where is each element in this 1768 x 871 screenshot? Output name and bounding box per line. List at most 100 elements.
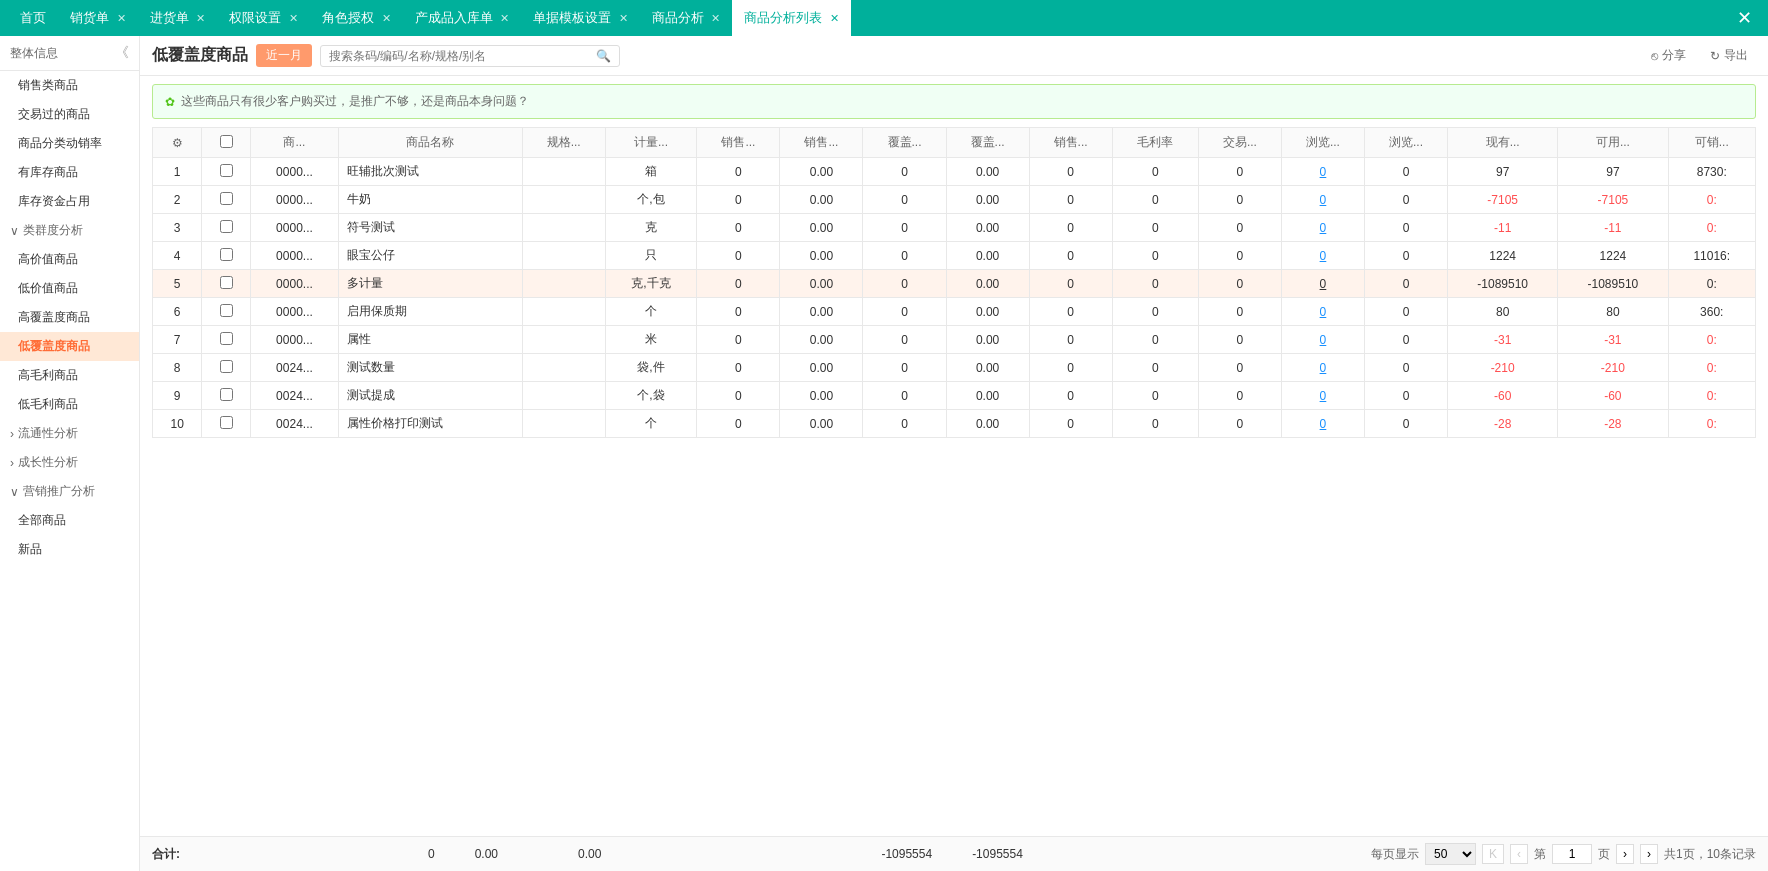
settings-col-header[interactable]: ⚙ — [153, 128, 202, 158]
row-browse1[interactable]: 0 — [1281, 382, 1364, 410]
checkbox-col-header[interactable] — [202, 128, 251, 158]
row-browse2: 0 — [1364, 270, 1447, 298]
nav-purchase[interactable]: 进货单 ✕ — [138, 0, 218, 36]
sidebar-item-low-profit[interactable]: 低毛利商品 — [0, 390, 139, 419]
row-browse1[interactable]: 0 — [1281, 214, 1364, 242]
row-select-checkbox[interactable] — [220, 388, 233, 401]
nav-product-list-close[interactable]: ✕ — [830, 12, 839, 24]
nav-roles-close[interactable]: ✕ — [382, 12, 391, 24]
nav-inventory[interactable]: 产成品入库单 ✕ — [403, 0, 522, 36]
row-select-checkbox[interactable] — [220, 416, 233, 429]
sidebar-item-in-stock[interactable]: 有库存商品 — [0, 158, 139, 187]
row-checkbox[interactable] — [202, 158, 251, 186]
row-current: -1089510 — [1448, 270, 1558, 298]
row-checkbox[interactable] — [202, 382, 251, 410]
nav-sales-close[interactable]: ✕ — [117, 12, 126, 24]
nav-product-analysis-list[interactable]: 商品分析列表 ✕ — [732, 0, 851, 36]
row-cov2: 0.00 — [946, 382, 1029, 410]
row-checkbox[interactable] — [202, 242, 251, 270]
row-checkbox[interactable] — [202, 354, 251, 382]
nav-purchase-close[interactable]: ✕ — [196, 12, 205, 24]
sidebar-section-marketing[interactable]: ∨ 营销推广分析 — [0, 477, 139, 506]
export-button[interactable]: ↻ 导出 — [1702, 44, 1756, 67]
row-browse1[interactable]: 0 — [1281, 270, 1364, 298]
first-page-button[interactable]: K — [1482, 844, 1504, 864]
row-no: 9 — [153, 382, 202, 410]
sidebar-section-growth[interactable]: › 成长性分析 — [0, 448, 139, 477]
page-input[interactable] — [1552, 844, 1592, 864]
page-title: 低覆盖度商品 — [152, 45, 248, 66]
search-input[interactable] — [329, 49, 596, 63]
search-box[interactable]: 🔍 — [320, 45, 620, 67]
row-checkbox[interactable] — [202, 326, 251, 354]
last-page-button[interactable]: › — [1640, 844, 1658, 864]
nav-permissions[interactable]: 权限设置 ✕ — [217, 0, 310, 36]
sidebar-section-growth-label: 成长性分析 — [18, 454, 78, 471]
prev-page-button[interactable]: ‹ — [1510, 844, 1528, 864]
sidebar-item-low-value[interactable]: 低价值商品 — [0, 274, 139, 303]
row-browse1[interactable]: 0 — [1281, 186, 1364, 214]
nav-sales[interactable]: 销货单 ✕ — [58, 0, 138, 36]
row-select-checkbox[interactable] — [220, 276, 233, 289]
top-nav: 首页 销货单 ✕ 进货单 ✕ 权限设置 ✕ 角色授权 ✕ 产成品入库单 ✕ 单据… — [0, 0, 1768, 36]
row-no: 5 — [153, 270, 202, 298]
row-code: 0024... — [251, 382, 338, 410]
nav-product-analysis[interactable]: 商品分析 ✕ — [640, 0, 733, 36]
row-spec — [522, 186, 605, 214]
row-select-checkbox[interactable] — [220, 304, 233, 317]
sidebar-item-high-value[interactable]: 高价值商品 — [0, 245, 139, 274]
row-checkbox[interactable] — [202, 298, 251, 326]
nav-roles[interactable]: 角色授权 ✕ — [310, 0, 403, 36]
row-select-checkbox[interactable] — [220, 332, 233, 345]
per-page-select[interactable]: 50 100 200 — [1425, 843, 1476, 865]
nav-inventory-close[interactable]: ✕ — [500, 12, 509, 24]
row-checkbox[interactable] — [202, 186, 251, 214]
row-gross: 0 — [1112, 214, 1198, 242]
sidebar-item-capital-occupy[interactable]: 库存资金占用 — [0, 187, 139, 216]
row-select-checkbox[interactable] — [220, 248, 233, 261]
select-all-checkbox[interactable] — [220, 135, 233, 148]
sidebar-item-new-products[interactable]: 新品 — [0, 535, 139, 564]
sidebar-item-category-rate[interactable]: 商品分类动销率 — [0, 129, 139, 158]
row-code: 0000... — [251, 270, 338, 298]
nav-home[interactable]: 首页 — [8, 0, 58, 36]
sidebar-item-traded-products[interactable]: 交易过的商品 — [0, 100, 139, 129]
share-button[interactable]: ⎋ 分享 — [1643, 44, 1694, 67]
sidebar-item-high-coverage[interactable]: 高覆盖度商品 — [0, 303, 139, 332]
next-page-button[interactable]: › — [1616, 844, 1634, 864]
row-select-checkbox[interactable] — [220, 360, 233, 373]
sidebar-item-high-profit[interactable]: 高毛利商品 — [0, 361, 139, 390]
search-icon[interactable]: 🔍 — [596, 49, 611, 63]
row-checkbox[interactable] — [202, 270, 251, 298]
table-wrapper[interactable]: ⚙ 商... 商品名称 规格... 计量... 销售... 销售... 覆盖..… — [140, 127, 1768, 836]
sidebar-section-group-analysis[interactable]: ∨ 类群度分析 — [0, 216, 139, 245]
window-close-button[interactable]: ✕ — [1729, 7, 1760, 29]
row-browse1[interactable]: 0 — [1281, 298, 1364, 326]
row-select-checkbox[interactable] — [220, 164, 233, 177]
row-browse1[interactable]: 0 — [1281, 410, 1364, 438]
nav-template-close[interactable]: ✕ — [619, 12, 628, 24]
row-sales1: 0 — [697, 410, 780, 438]
row-browse1[interactable]: 0 — [1281, 326, 1364, 354]
nav-template[interactable]: 单据模板设置 ✕ — [521, 0, 640, 36]
row-current: 1224 — [1448, 242, 1558, 270]
row-browse1[interactable]: 0 — [1281, 158, 1364, 186]
row-browse1[interactable]: 0 — [1281, 242, 1364, 270]
row-checkbox[interactable] — [202, 214, 251, 242]
sidebar-item-all-products[interactable]: 全部商品 — [0, 506, 139, 535]
row-checkbox[interactable] — [202, 410, 251, 438]
sidebar-collapse-button[interactable]: 《 — [115, 44, 129, 62]
filter-recent-month-button[interactable]: 近一月 — [256, 44, 312, 67]
row-browse1[interactable]: 0 — [1281, 354, 1364, 382]
row-select-checkbox[interactable] — [220, 192, 233, 205]
table-row: 2 0000... 牛奶 个,包 0 0.00 0 0.00 0 0 0 0 0… — [153, 186, 1756, 214]
nav-product-analysis-close[interactable]: ✕ — [711, 12, 720, 24]
row-trans: 0 — [1198, 270, 1281, 298]
table-row: 10 0024... 属性价格打印测试 个 0 0.00 0 0.00 0 0 … — [153, 410, 1756, 438]
nav-permissions-close[interactable]: ✕ — [289, 12, 298, 24]
sidebar-item-sales-products[interactable]: 销售类商品 — [0, 71, 139, 100]
row-select-checkbox[interactable] — [220, 220, 233, 233]
sidebar-item-low-coverage[interactable]: 低覆盖度商品 — [0, 332, 139, 361]
row-salable: 360: — [1668, 298, 1756, 326]
sidebar-section-circulation[interactable]: › 流通性分析 — [0, 419, 139, 448]
